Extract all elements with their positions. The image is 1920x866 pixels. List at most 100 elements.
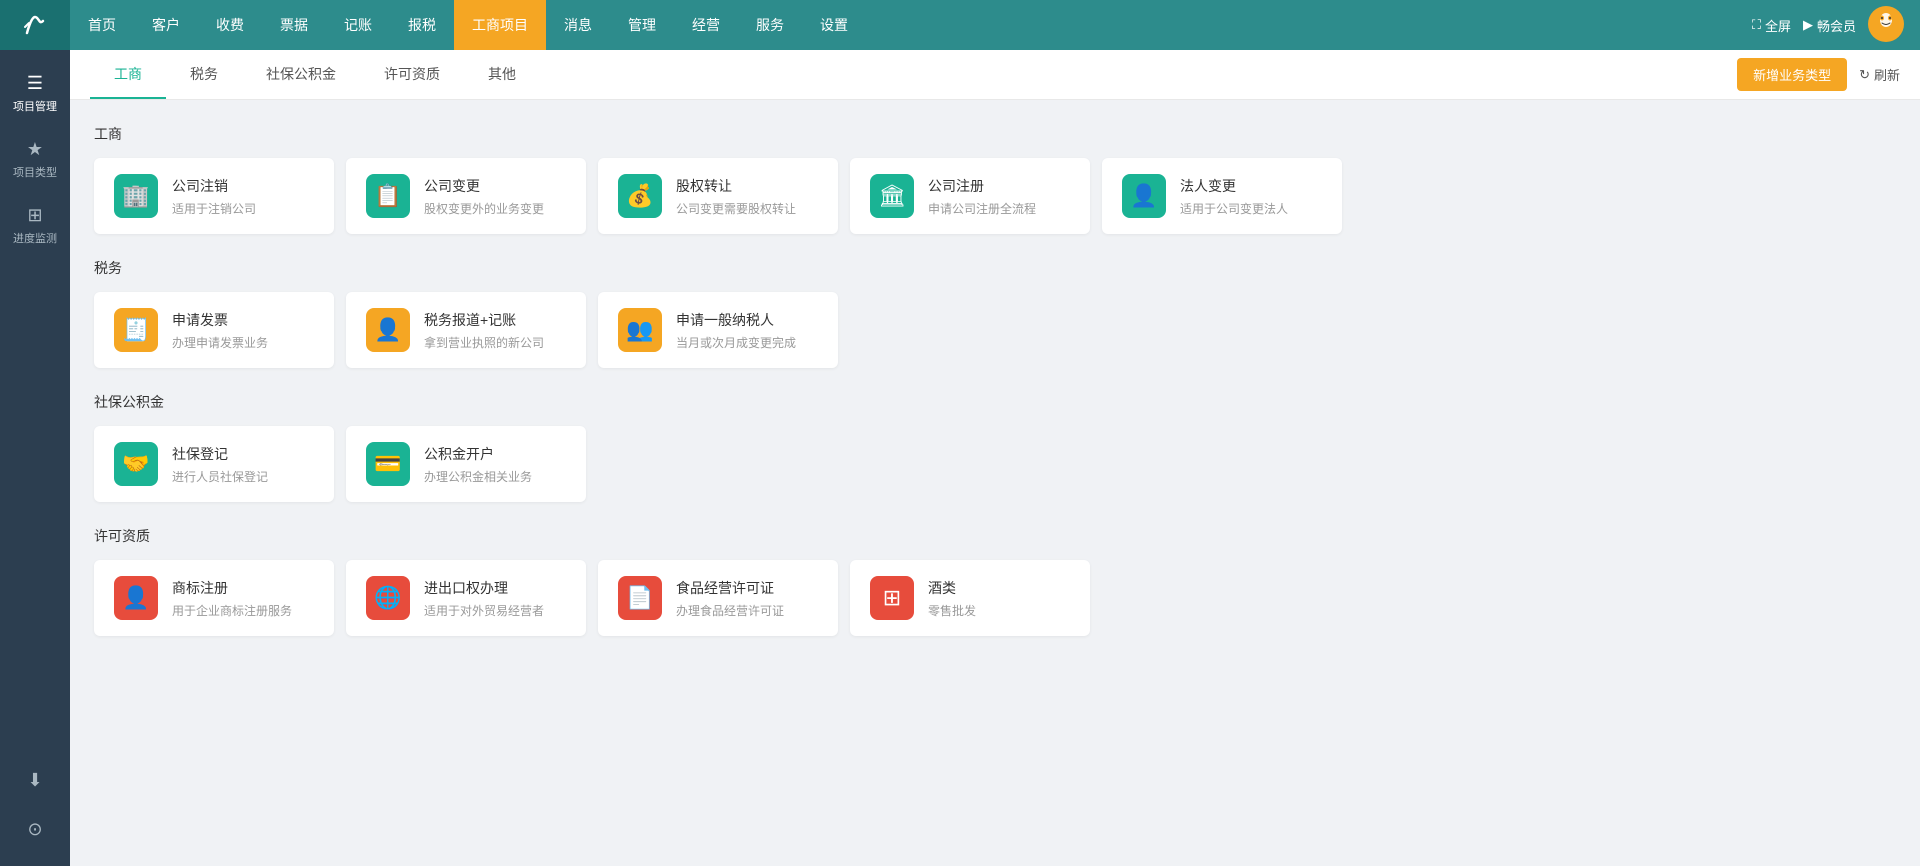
sidebar-label-0: 项目管理 — [13, 98, 57, 114]
add-business-type-button[interactable]: 新增业务类型 — [1737, 58, 1847, 91]
nav-item-服务[interactable]: 服务 — [738, 0, 802, 50]
support-icon[interactable]: ⊙ — [0, 809, 70, 850]
nav-item-首页[interactable]: 首页 — [70, 0, 134, 50]
refresh-button[interactable]: ↻ 刷新 — [1859, 65, 1900, 84]
card-食品经营许可证[interactable]: 📄食品经营许可证办理食品经营许可证 — [598, 560, 838, 636]
card-grid-工商: 🏢公司注销适用于注销公司📋公司变更股权变更外的业务变更💰股权转让公司变更需要股权… — [94, 158, 1896, 234]
tab-工商[interactable]: 工商 — [90, 50, 166, 99]
card-法人变更[interactable]: 👤法人变更适用于公司变更法人 — [1102, 158, 1342, 234]
section-title-工商: 工商 — [94, 124, 1896, 144]
card-社保登记[interactable]: 🤝社保登记进行人员社保登记 — [94, 426, 334, 502]
video-icon: ▶ — [1803, 17, 1813, 33]
card-desc-公司注销: 适用于注销公司 — [172, 200, 256, 217]
nav-item-报税[interactable]: 报税 — [390, 0, 454, 50]
tab-许可资质[interactable]: 许可资质 — [360, 50, 464, 99]
sidebar-icon-1: ★ — [24, 138, 46, 160]
card-icon-申请发票: 🧾 — [114, 308, 158, 352]
card-icon-进出口权办理: 🌐 — [366, 576, 410, 620]
sidebar-bottom: ⬇ ⊙ — [0, 760, 70, 866]
card-title-公积金开户: 公积金开户 — [424, 444, 532, 464]
card-icon-食品经营许可证: 📄 — [618, 576, 662, 620]
card-酒类[interactable]: ⊞酒类零售批发 — [850, 560, 1090, 636]
card-公司注销[interactable]: 🏢公司注销适用于注销公司 — [94, 158, 334, 234]
card-icon-法人变更: 👤 — [1122, 174, 1166, 218]
card-title-税务报道+记账: 税务报道+记账 — [424, 310, 544, 330]
fullscreen-button[interactable]: ⛶ 全屏 — [1752, 16, 1791, 35]
section-税务: 税务🧾申请发票办理申请发票业务👤税务报道+记账拿到营业执照的新公司👥申请一般纳税… — [94, 258, 1896, 368]
card-公积金开户[interactable]: 💳 公积金开户办理公积金相关业务 — [346, 426, 586, 502]
nav-item-客户[interactable]: 客户 — [134, 0, 198, 50]
card-text-酒类: 酒类零售批发 — [928, 578, 976, 619]
card-icon-公司注册: 🏛 — [870, 174, 914, 218]
sidebar-label-1: 项目类型 — [13, 164, 57, 180]
nav-item-设置[interactable]: 设置 — [802, 0, 866, 50]
nav-item-工商项目[interactable]: 工商项目 — [454, 0, 546, 50]
card-desc-进出口权办理: 适用于对外贸易经营者 — [424, 602, 544, 619]
card-title-股权转让: 股权转让 — [676, 176, 796, 196]
download-icon[interactable]: ⬇ — [0, 760, 70, 801]
sidebar-item-进度监测[interactable]: ⊞进度监测 — [0, 192, 70, 258]
card-title-申请发票: 申请发票 — [172, 310, 268, 330]
tab-其他[interactable]: 其他 — [464, 50, 540, 99]
nav-item-收费[interactable]: 收费 — [198, 0, 262, 50]
card-进出口权办理[interactable]: 🌐 进出口权办理适用于对外贸易经营者 — [346, 560, 586, 636]
card-公司注册[interactable]: 🏛公司注册申请公司注册全流程 — [850, 158, 1090, 234]
nav-items: 首页客户收费票据记账报税工商项目消息管理经营服务设置 — [70, 0, 1752, 50]
sidebar-label-2: 进度监测 — [13, 230, 57, 246]
card-icon-公司变更: 📋 — [366, 174, 410, 218]
card-税务报道+记账[interactable]: 👤 税务报道+记账拿到营业执照的新公司 — [346, 292, 586, 368]
nav-item-票据[interactable]: 票据 — [262, 0, 326, 50]
card-商标注册[interactable]: 👤 商标注册用于企业商标注册服务 — [94, 560, 334, 636]
card-text-公司注销: 公司注销适用于注销公司 — [172, 176, 256, 217]
card-股权转让[interactable]: 💰股权转让公司变更需要股权转让 — [598, 158, 838, 234]
card-text-商标注册: 商标注册用于企业商标注册服务 — [172, 578, 292, 619]
top-nav: 首页客户收费票据记账报税工商项目消息管理经营服务设置 ⛶ 全屏 ▶ 畅会员 — [0, 0, 1920, 50]
card-grid-许可资质: 👤 商标注册用于企业商标注册服务 🌐 进出口权办理适用于对外贸易经营者 📄食品经营许可证… — [94, 560, 1896, 636]
nav-item-经营[interactable]: 经营 — [674, 0, 738, 50]
card-desc-公司注册: 申请公司注册全流程 — [928, 200, 1036, 217]
tab-社保公积金[interactable]: 社保公积金 — [242, 50, 360, 99]
card-icon-商标注册: 👤 — [114, 576, 158, 620]
card-text-进出口权办理: 进出口权办理适用于对外贸易经营者 — [424, 578, 544, 619]
nav-item-消息[interactable]: 消息 — [546, 0, 610, 50]
card-desc-股权转让: 公司变更需要股权转让 — [676, 200, 796, 217]
card-text-公积金开户: 公积金开户办理公积金相关业务 — [424, 444, 532, 485]
tab-税务[interactable]: 税务 — [166, 50, 242, 99]
card-text-公司变更: 公司变更股权变更外的业务变更 — [424, 176, 544, 217]
card-desc-商标注册: 用于企业商标注册服务 — [172, 602, 292, 619]
section-title-许可资质: 许可资质 — [94, 526, 1896, 546]
card-desc-税务报道+记账: 拿到营业执照的新公司 — [424, 334, 544, 351]
card-desc-食品经营许可证: 办理食品经营许可证 — [676, 602, 784, 619]
tab-bar: 工商税务社保公积金许可资质其他 新增业务类型 ↻ 刷新 — [70, 50, 1920, 100]
card-title-公司注销: 公司注销 — [172, 176, 256, 196]
card-title-酒类: 酒类 — [928, 578, 976, 598]
nav-item-记账[interactable]: 记账 — [326, 0, 390, 50]
card-desc-酒类: 零售批发 — [928, 602, 976, 619]
content-area: 工商税务社保公积金许可资质其他 新增业务类型 ↻ 刷新 工商🏢公司注销适用于注销… — [70, 50, 1920, 866]
card-icon-公积金开户: 💳 — [366, 442, 410, 486]
card-title-进出口权办理: 进出口权办理 — [424, 578, 544, 598]
card-text-税务报道+记账: 税务报道+记账拿到营业执照的新公司 — [424, 310, 544, 351]
sidebar-icon-0: ☰ — [24, 72, 46, 94]
sidebar-item-项目管理[interactable]: ☰ 项目管理 — [0, 60, 70, 126]
sidebar-item-项目类型[interactable]: ★ 项目类型 — [0, 126, 70, 192]
card-icon-申请一般纳税人: 👥 — [618, 308, 662, 352]
tabs: 工商税务社保公积金许可资质其他 — [90, 50, 540, 99]
scroll-content: 工商🏢公司注销适用于注销公司📋公司变更股权变更外的业务变更💰股权转让公司变更需要… — [70, 100, 1920, 866]
card-申请一般纳税人[interactable]: 👥 申请一般纳税人当月或次月成变更完成 — [598, 292, 838, 368]
card-公司变更[interactable]: 📋 公司变更股权变更外的业务变更 — [346, 158, 586, 234]
member-button[interactable]: ▶ 畅会员 — [1803, 16, 1856, 35]
card-grid-税务: 🧾 申请发票办理申请发票业务 👤 税务报道+记账拿到营业执照的新公司 👥 申请一般纳税人当… — [94, 292, 1896, 368]
refresh-icon: ↻ — [1859, 67, 1870, 83]
card-text-申请一般纳税人: 申请一般纳税人当月或次月成变更完成 — [676, 310, 796, 351]
card-icon-社保登记: 🤝 — [114, 442, 158, 486]
fullscreen-icon: ⛶ — [1752, 17, 1761, 33]
nav-item-管理[interactable]: 管理 — [610, 0, 674, 50]
card-desc-申请一般纳税人: 当月或次月成变更完成 — [676, 334, 796, 351]
card-icon-税务报道+记账: 👤 — [366, 308, 410, 352]
card-desc-申请发票: 办理申请发票业务 — [172, 334, 268, 351]
main-layout: ☰项目管理★项目类型⊞进度监测 ⬇ ⊙ 工商税务社保公积金许可资质其他 新增业务… — [0, 50, 1920, 866]
logo-area — [0, 0, 70, 50]
card-text-申请发票: 申请发票办理申请发票业务 — [172, 310, 268, 351]
card-申请发票[interactable]: 🧾 申请发票办理申请发票业务 — [94, 292, 334, 368]
